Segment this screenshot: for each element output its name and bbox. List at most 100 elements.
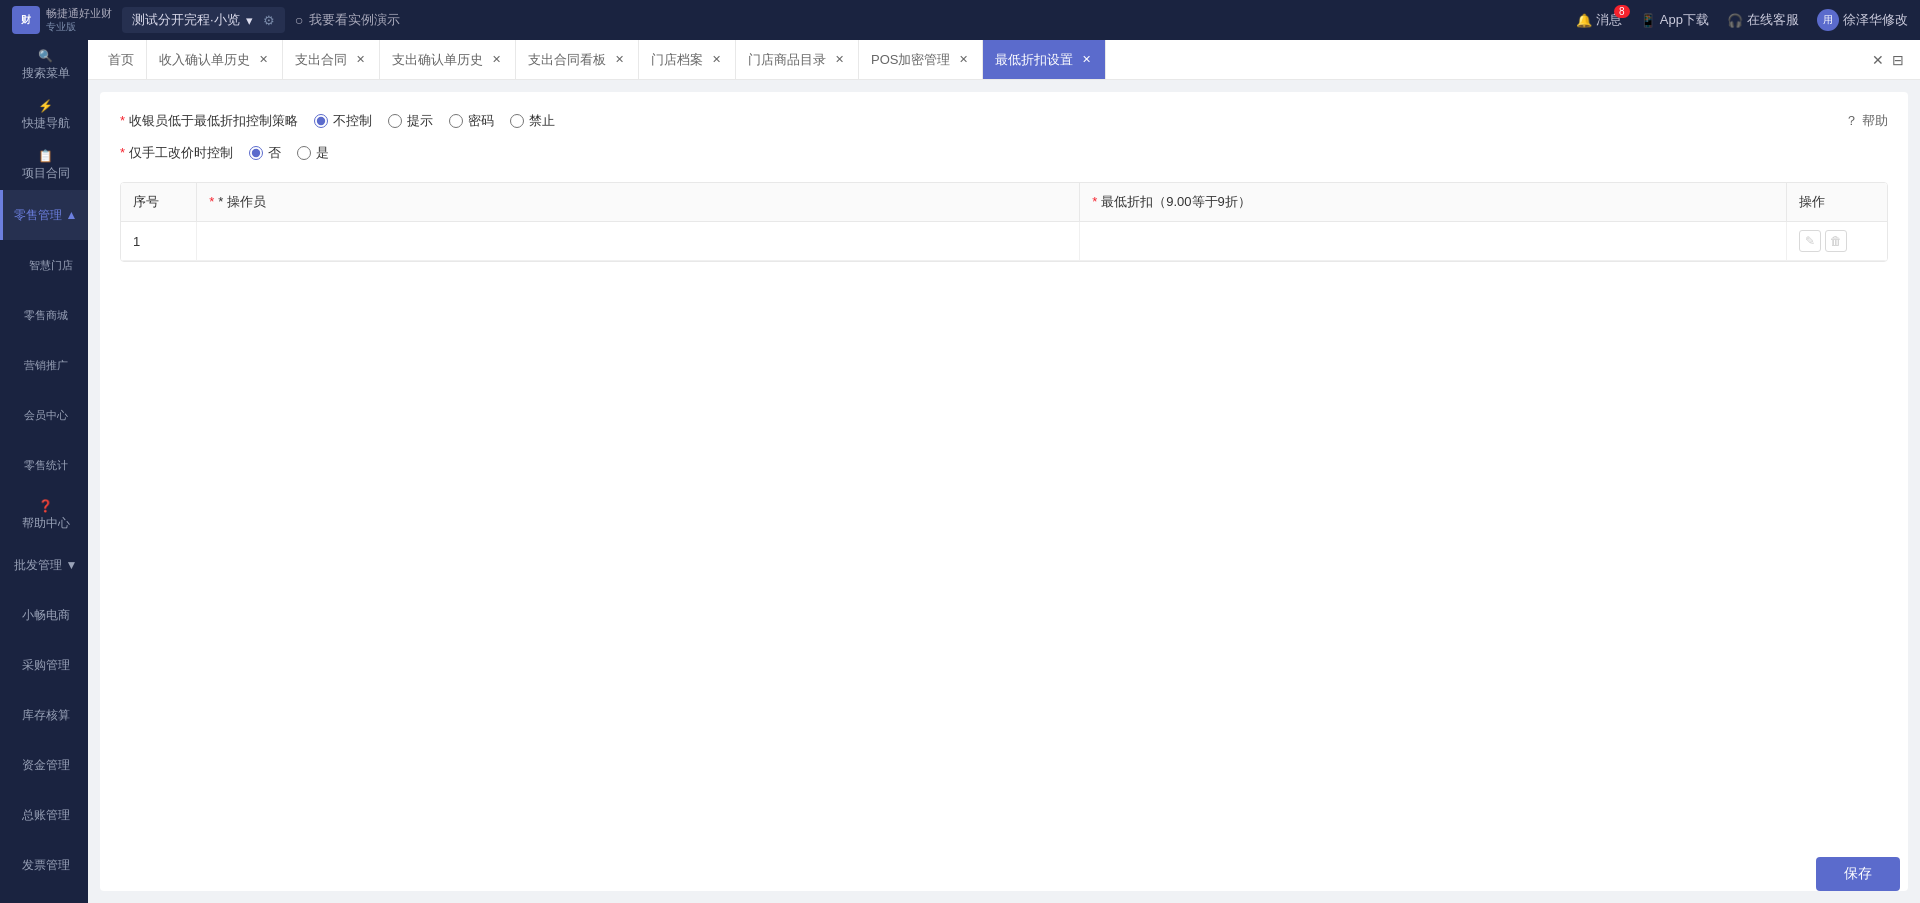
notifications-button[interactable]: 🔔 消息 8 — [1576, 11, 1622, 29]
topbar-left: 财 畅捷通好业财 专业版 测试分开完程·小览 ▾ ⚙ ○ 我要看实例演示 — [12, 6, 400, 34]
tab-close-min-discount[interactable]: ✕ — [1079, 53, 1093, 67]
topbar: 财 畅捷通好业财 专业版 测试分开完程·小览 ▾ ⚙ ○ 我要看实例演示 🔔 消… — [0, 0, 1920, 40]
sidebar-item-wholesale[interactable]: 批发管理 ▼ — [0, 540, 88, 590]
online-service-button[interactable]: 🎧 在线客服 — [1727, 11, 1799, 29]
contract-icon: 📋 — [38, 149, 53, 163]
radio-password[interactable]: 密码 — [449, 112, 494, 130]
discount-policy-label: *收银员低于最低折扣控制策略 — [120, 112, 298, 130]
tab-close-pos-password[interactable]: ✕ — [956, 53, 970, 67]
sidebar-item-member[interactable]: 会员中心 — [0, 390, 88, 440]
radio-no-control[interactable]: 不控制 — [314, 112, 372, 130]
search-icon: 🔍 — [38, 49, 53, 63]
shortcut-icon: ⚡ — [38, 99, 53, 113]
tab-bar-actions: ✕ ⊟ — [1864, 52, 1912, 68]
tab-close-payment-contract[interactable]: ✕ — [353, 53, 367, 67]
manual-price-row: *仅手工改价时控制 否 是 — [120, 144, 1888, 162]
col-header-actions: 操作 — [1786, 183, 1887, 222]
cell-seq-1: 1 — [121, 222, 197, 261]
manual-price-radio-group: 否 是 — [249, 144, 329, 162]
tab-payment-confirm[interactable]: 支出确认单历史 ✕ — [380, 40, 516, 80]
sidebar-item-retail-stats[interactable]: 零售统计 — [0, 440, 88, 490]
help-icon: ❓ — [38, 499, 53, 513]
app-download-button[interactable]: 📱 App下载 — [1640, 11, 1709, 29]
tab-store-file[interactable]: 门店档案 ✕ — [639, 40, 736, 80]
chevron-down-icon: ▾ — [246, 13, 253, 28]
tab-close-current-button[interactable]: ✕ — [1872, 52, 1884, 68]
gear-icon[interactable]: ⚙ — [263, 13, 275, 28]
tab-payment-contract[interactable]: 支出合同 ✕ — [283, 40, 380, 80]
sidebar-item-ledger[interactable]: 总账管理 — [0, 790, 88, 840]
sidebar-item-purchase[interactable]: 采购管理 — [0, 640, 88, 690]
project-selector[interactable]: 测试分开完程·小览 ▾ ⚙ — [122, 7, 285, 33]
col-header-seq: 序号 — [121, 183, 197, 222]
logo-text: 畅捷通好业财 专业版 — [46, 7, 112, 32]
sidebar-item-marketing[interactable]: 营销推广 — [0, 340, 88, 390]
tab-store-catalog[interactable]: 门店商品目录 ✕ — [736, 40, 859, 80]
radio-hint[interactable]: 提示 — [388, 112, 433, 130]
discount-policy-radio-group: 不控制 提示 密码 禁 — [314, 112, 555, 130]
tab-close-payment-confirm[interactable]: ✕ — [489, 53, 503, 67]
discount-table-wrapper: 序号 ** 操作员 *最低折扣（9.00等于9折） 操作 — [120, 182, 1888, 262]
chevron-down-icon: ▼ — [66, 558, 78, 572]
bell-icon: 🔔 — [1576, 13, 1592, 28]
discount-table: 序号 ** 操作员 *最低折扣（9.00等于9折） 操作 — [121, 183, 1887, 261]
sidebar: 🔍 搜索菜单 ⚡ 快捷导航 📋 项目合同 零售管理 ▲ 智慧门店 零售商城 营销… — [0, 40, 88, 903]
download-icon: 📱 — [1640, 13, 1656, 28]
app-logo: 财 畅捷通好业财 专业版 — [12, 6, 112, 34]
tab-bar: 首页 收入确认单历史 ✕ 支出合同 ✕ 支出确认单历史 ✕ 支出合同看板 ✕ 门… — [88, 40, 1920, 80]
tab-min-discount[interactable]: 最低折扣设置 ✕ — [983, 40, 1106, 80]
page-inner: ？ 帮助 *收银员低于最低折扣控制策略 不控制 — [100, 92, 1908, 891]
sidebar-item-smart-store[interactable]: 智慧门店 — [0, 240, 88, 290]
sidebar-item-shortcut[interactable]: ⚡ 快捷导航 — [0, 90, 88, 140]
tab-close-payment-board[interactable]: ✕ — [612, 53, 626, 67]
radio-forbid[interactable]: 禁止 — [510, 112, 555, 130]
content-area: 首页 收入确认单历史 ✕ 支出合同 ✕ 支出确认单历史 ✕ 支出合同看板 ✕ 门… — [88, 40, 1920, 903]
tab-more-button[interactable]: ⊟ — [1892, 52, 1904, 68]
edit-button-1[interactable]: ✎ — [1799, 230, 1821, 252]
demo-link[interactable]: ○ 我要看实例演示 — [295, 11, 400, 29]
sidebar-item-retail[interactable]: 零售管理 ▲ — [0, 190, 88, 240]
radio-manual-no[interactable]: 否 — [249, 144, 281, 162]
discount-policy-row: *收银员低于最低折扣控制策略 不控制 提示 — [120, 112, 1888, 130]
avatar: 用 — [1817, 9, 1839, 31]
col-header-operator: ** 操作员 — [197, 183, 1080, 222]
delete-button-1[interactable]: 🗑 — [1825, 230, 1847, 252]
headset-icon: 🎧 — [1727, 13, 1743, 28]
manual-price-label: *仅手工改价时控制 — [120, 144, 233, 162]
tab-close-income-confirm[interactable]: ✕ — [256, 53, 270, 67]
tab-income-confirm[interactable]: 收入确认单历史 ✕ — [147, 40, 283, 80]
table-row: 1 ✎ 🗑 — [121, 222, 1887, 261]
tab-close-store-file[interactable]: ✕ — [709, 53, 723, 67]
sidebar-item-contract[interactable]: 📋 项目合同 — [0, 140, 88, 190]
tab-payment-board[interactable]: 支出合同看板 ✕ — [516, 40, 639, 80]
user-menu-button[interactable]: 用 徐泽华修改 — [1817, 9, 1908, 31]
cell-discount-1 — [1080, 222, 1786, 261]
sidebar-item-fund[interactable]: 资金管理 — [0, 740, 88, 790]
logo-icon: 财 — [12, 6, 40, 34]
question-icon: ？ — [1845, 112, 1858, 130]
col-header-min-discount: *最低折扣（9.00等于9折） — [1080, 183, 1786, 222]
sidebar-item-tax[interactable]: 税务管理 — [0, 890, 88, 903]
sidebar-item-inventory[interactable]: 库存核算 — [0, 690, 88, 740]
save-button[interactable]: 保存 — [1816, 857, 1900, 891]
tab-close-store-catalog[interactable]: ✕ — [832, 53, 846, 67]
chevron-up-icon: ▲ — [66, 208, 78, 222]
cell-actions-1: ✎ 🗑 — [1786, 222, 1887, 261]
notifications-badge: 8 — [1614, 5, 1630, 18]
page-content: ？ 帮助 *收银员低于最低折扣控制策略 不控制 — [88, 80, 1920, 903]
help-link[interactable]: ？ 帮助 — [1845, 112, 1888, 130]
table-header-row: 序号 ** 操作员 *最低折扣（9.00等于9折） 操作 — [121, 183, 1887, 222]
tab-pos-password[interactable]: POS加密管理 ✕ — [859, 40, 983, 80]
form-section: *收银员低于最低折扣控制策略 不控制 提示 — [120, 112, 1888, 162]
radio-manual-yes[interactable]: 是 — [297, 144, 329, 162]
sidebar-item-ecommerce[interactable]: 小畅电商 — [0, 590, 88, 640]
sidebar-item-help[interactable]: ❓ 帮助中心 — [0, 490, 88, 540]
sidebar-item-online-store[interactable]: 零售商城 — [0, 290, 88, 340]
topbar-right: 🔔 消息 8 📱 App下载 🎧 在线客服 用 徐泽华修改 — [1576, 9, 1908, 31]
tab-home[interactable]: 首页 — [96, 40, 147, 80]
sidebar-item-search[interactable]: 🔍 搜索菜单 — [0, 40, 88, 90]
save-bar: 保存 — [1796, 845, 1920, 903]
sidebar-item-invoice[interactable]: 发票管理 — [0, 840, 88, 890]
main-layout: 🔍 搜索菜单 ⚡ 快捷导航 📋 项目合同 零售管理 ▲ 智慧门店 零售商城 营销… — [0, 40, 1920, 903]
row-actions-1: ✎ 🗑 — [1799, 230, 1875, 252]
